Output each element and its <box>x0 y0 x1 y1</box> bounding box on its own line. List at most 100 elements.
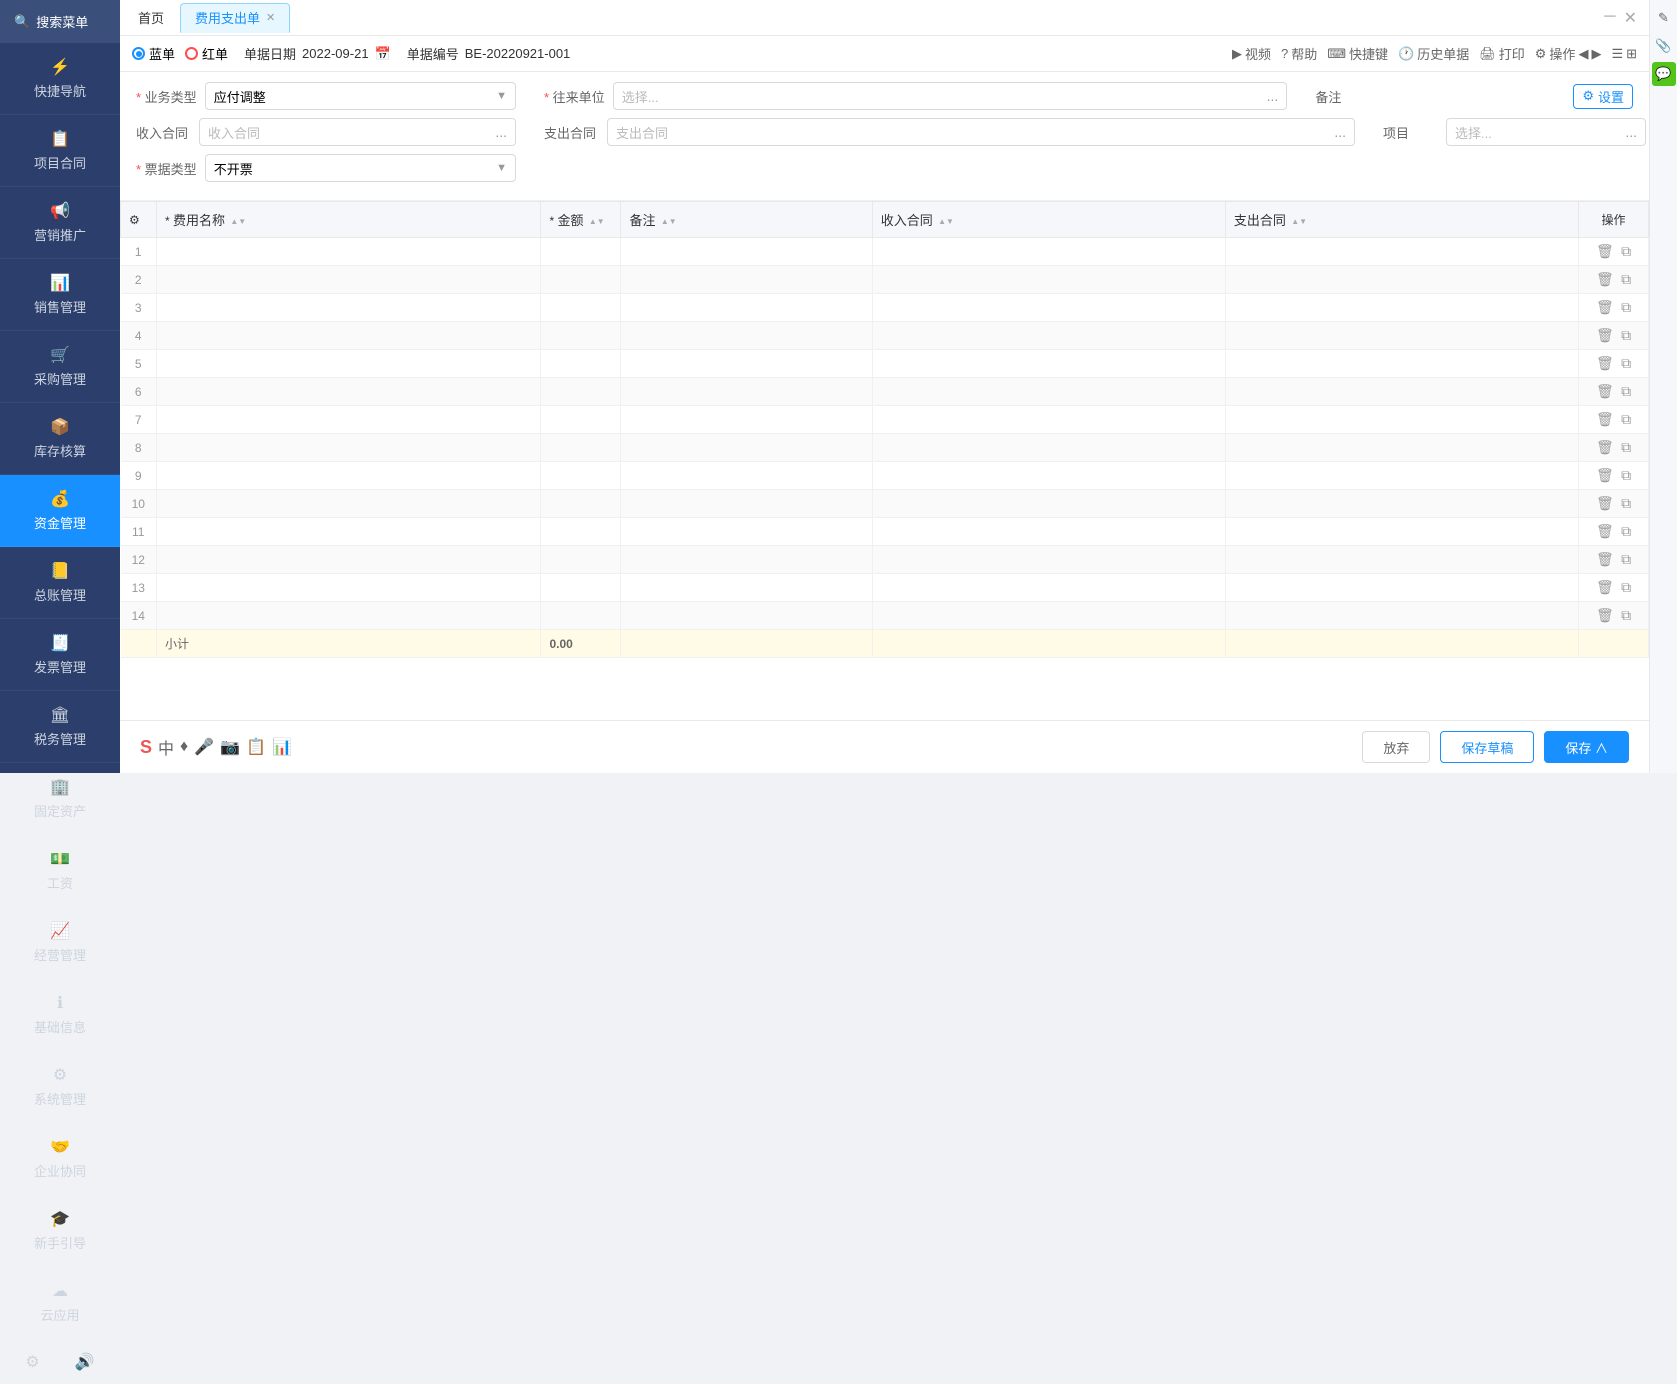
cell-expense-name[interactable] <box>157 462 541 490</box>
cell-income-contract[interactable] <box>872 378 1225 406</box>
cell-remark[interactable] <box>621 238 872 266</box>
cell-amount[interactable] <box>541 462 621 490</box>
cell-remark[interactable] <box>621 574 872 602</box>
copy-row-icon[interactable]: ⧉ <box>1619 297 1633 318</box>
cell-income-contract[interactable] <box>872 406 1225 434</box>
tab-close-icon[interactable]: ✕ <box>266 11 275 24</box>
cell-amount[interactable] <box>541 350 621 378</box>
sidebar-item-云应用[interactable]: ☁云应用 <box>0 1267 120 1339</box>
cell-expense-contract[interactable] <box>1225 602 1578 630</box>
sidebar-item-固定资产[interactable]: 🏢固定资产 <box>0 763 120 835</box>
th-settings[interactable]: ⚙ <box>121 202 157 238</box>
delete-row-icon[interactable]: 🗑 <box>1594 297 1616 318</box>
invoice-type-input[interactable]: 不开票 ▼ <box>205 154 516 182</box>
cell-expense-contract[interactable] <box>1225 294 1578 322</box>
sidebar-item-销售管理[interactable]: 📊销售管理 <box>0 259 120 331</box>
cell-amount[interactable] <box>541 434 621 462</box>
expense-contract-dots[interactable]: ... <box>1334 124 1346 140</box>
sort-icon-income[interactable]: ▲▼ <box>938 218 954 226</box>
sidebar-item-库存核算[interactable]: 📦库存核算 <box>0 403 120 475</box>
cell-expense-name[interactable] <box>157 518 541 546</box>
sidebar-item-新手引导[interactable]: 🎓新手引导 <box>0 1195 120 1267</box>
cell-amount[interactable] <box>541 322 621 350</box>
minimize-icon[interactable]: ─ <box>1604 8 1615 28</box>
cell-expense-name[interactable] <box>157 294 541 322</box>
cell-income-contract[interactable] <box>872 350 1225 378</box>
cell-income-contract[interactable] <box>872 434 1225 462</box>
brand-icon-camera[interactable]: 📷 <box>220 737 240 757</box>
brand-icon-zhong[interactable]: 中 <box>158 735 174 759</box>
cell-remark[interactable] <box>621 462 872 490</box>
print-btn[interactable]: 🖨 打印 <box>1479 44 1525 63</box>
cell-amount[interactable] <box>541 490 621 518</box>
cell-remark[interactable] <box>621 322 872 350</box>
copy-row-icon[interactable]: ⧉ <box>1619 381 1633 402</box>
sidebar-item-工资[interactable]: 💵工资 <box>0 835 120 907</box>
cell-amount[interactable] <box>541 574 621 602</box>
delete-row-icon[interactable]: 🗑 <box>1594 521 1616 542</box>
cell-remark[interactable] <box>621 434 872 462</box>
income-contract-input[interactable]: 收入合同 ... <box>199 118 516 146</box>
delete-row-icon[interactable]: 🗑 <box>1594 241 1616 262</box>
right-edit-icon[interactable]: ✎ <box>1652 6 1676 30</box>
delete-row-icon[interactable]: 🗑 <box>1594 325 1616 346</box>
cell-remark[interactable] <box>621 546 872 574</box>
copy-row-icon[interactable]: ⧉ <box>1619 269 1633 290</box>
help-btn[interactable]: ? 帮助 <box>1281 44 1317 63</box>
delete-row-icon[interactable]: 🗑 <box>1594 409 1616 430</box>
cell-income-contract[interactable] <box>872 490 1225 518</box>
save-button[interactable]: 保存 ∧ <box>1544 731 1629 763</box>
delete-row-icon[interactable]: 🗑 <box>1594 549 1616 570</box>
radio-blue[interactable]: 蓝单 <box>132 44 175 63</box>
cell-expense-name[interactable] <box>157 574 541 602</box>
cell-expense-name[interactable] <box>157 378 541 406</box>
delete-row-icon[interactable]: 🗑 <box>1594 269 1616 290</box>
cell-income-contract[interactable] <box>872 602 1225 630</box>
expense-contract-input[interactable]: 支出合同 ... <box>607 118 1355 146</box>
brand-icon-mic[interactable]: 🎤 <box>194 737 214 757</box>
copy-row-icon[interactable]: ⧉ <box>1619 353 1633 374</box>
audio-icon[interactable]: 🔊 <box>75 1352 95 1372</box>
cell-expense-contract[interactable] <box>1225 350 1578 378</box>
discard-button[interactable]: 放弃 <box>1362 731 1430 763</box>
sidebar-item-发票管理[interactable]: 🧾发票管理 <box>0 619 120 691</box>
sidebar-item-经营管理[interactable]: 📈经营管理 <box>0 907 120 979</box>
copy-row-icon[interactable]: ⧉ <box>1619 241 1633 262</box>
brand-icon-clip[interactable]: 📋 <box>246 737 266 757</box>
delete-row-icon[interactable]: 🗑 <box>1594 353 1616 374</box>
delete-row-icon[interactable]: 🗑 <box>1594 465 1616 486</box>
cell-income-contract[interactable] <box>872 546 1225 574</box>
cell-amount[interactable] <box>541 238 621 266</box>
setting-button[interactable]: ⚙ 设置 <box>1573 84 1633 109</box>
cell-expense-contract[interactable] <box>1225 266 1578 294</box>
cell-expense-name[interactable] <box>157 322 541 350</box>
calendar-icon[interactable]: 📅 <box>375 46 391 62</box>
counterpart-dots[interactable]: ... <box>1267 88 1279 104</box>
sidebar-item-企业协同[interactable]: 🤝企业协同 <box>0 1123 120 1195</box>
sidebar-item-税务管理[interactable]: 🏛税务管理 <box>0 691 120 763</box>
sort-icon[interactable]: ▲▼ <box>230 218 246 226</box>
shortcut-btn[interactable]: ⌨ 快捷键 <box>1327 44 1388 63</box>
counterpart-input[interactable]: 选择... ... <box>613 82 1288 110</box>
close-window-icon[interactable]: ✕ <box>1624 8 1637 28</box>
income-contract-dots[interactable]: ... <box>495 124 507 140</box>
cell-expense-name[interactable] <box>157 490 541 518</box>
copy-row-icon[interactable]: ⧉ <box>1619 325 1633 346</box>
project-input[interactable]: 选择... ... <box>1446 118 1646 146</box>
cell-income-contract[interactable] <box>872 266 1225 294</box>
cell-expense-name[interactable] <box>157 238 541 266</box>
cell-expense-name[interactable] <box>157 434 541 462</box>
tab-expense[interactable]: 费用支出单 ✕ <box>180 3 290 33</box>
brand-icon-diamond[interactable]: ♦ <box>180 738 188 756</box>
cell-expense-contract[interactable] <box>1225 406 1578 434</box>
delete-row-icon[interactable]: 🗑 <box>1594 605 1616 626</box>
cell-income-contract[interactable] <box>872 294 1225 322</box>
cell-expense-contract[interactable] <box>1225 322 1578 350</box>
cell-remark[interactable] <box>621 350 872 378</box>
cell-expense-contract[interactable] <box>1225 574 1578 602</box>
cell-expense-name[interactable] <box>157 350 541 378</box>
sidebar-item-系统管理[interactable]: ⚙系统管理 <box>0 1051 120 1123</box>
cell-amount[interactable] <box>541 602 621 630</box>
copy-row-icon[interactable]: ⧉ <box>1619 549 1633 570</box>
sidebar-item-快捷导航[interactable]: ⚡快捷导航 <box>0 43 120 115</box>
